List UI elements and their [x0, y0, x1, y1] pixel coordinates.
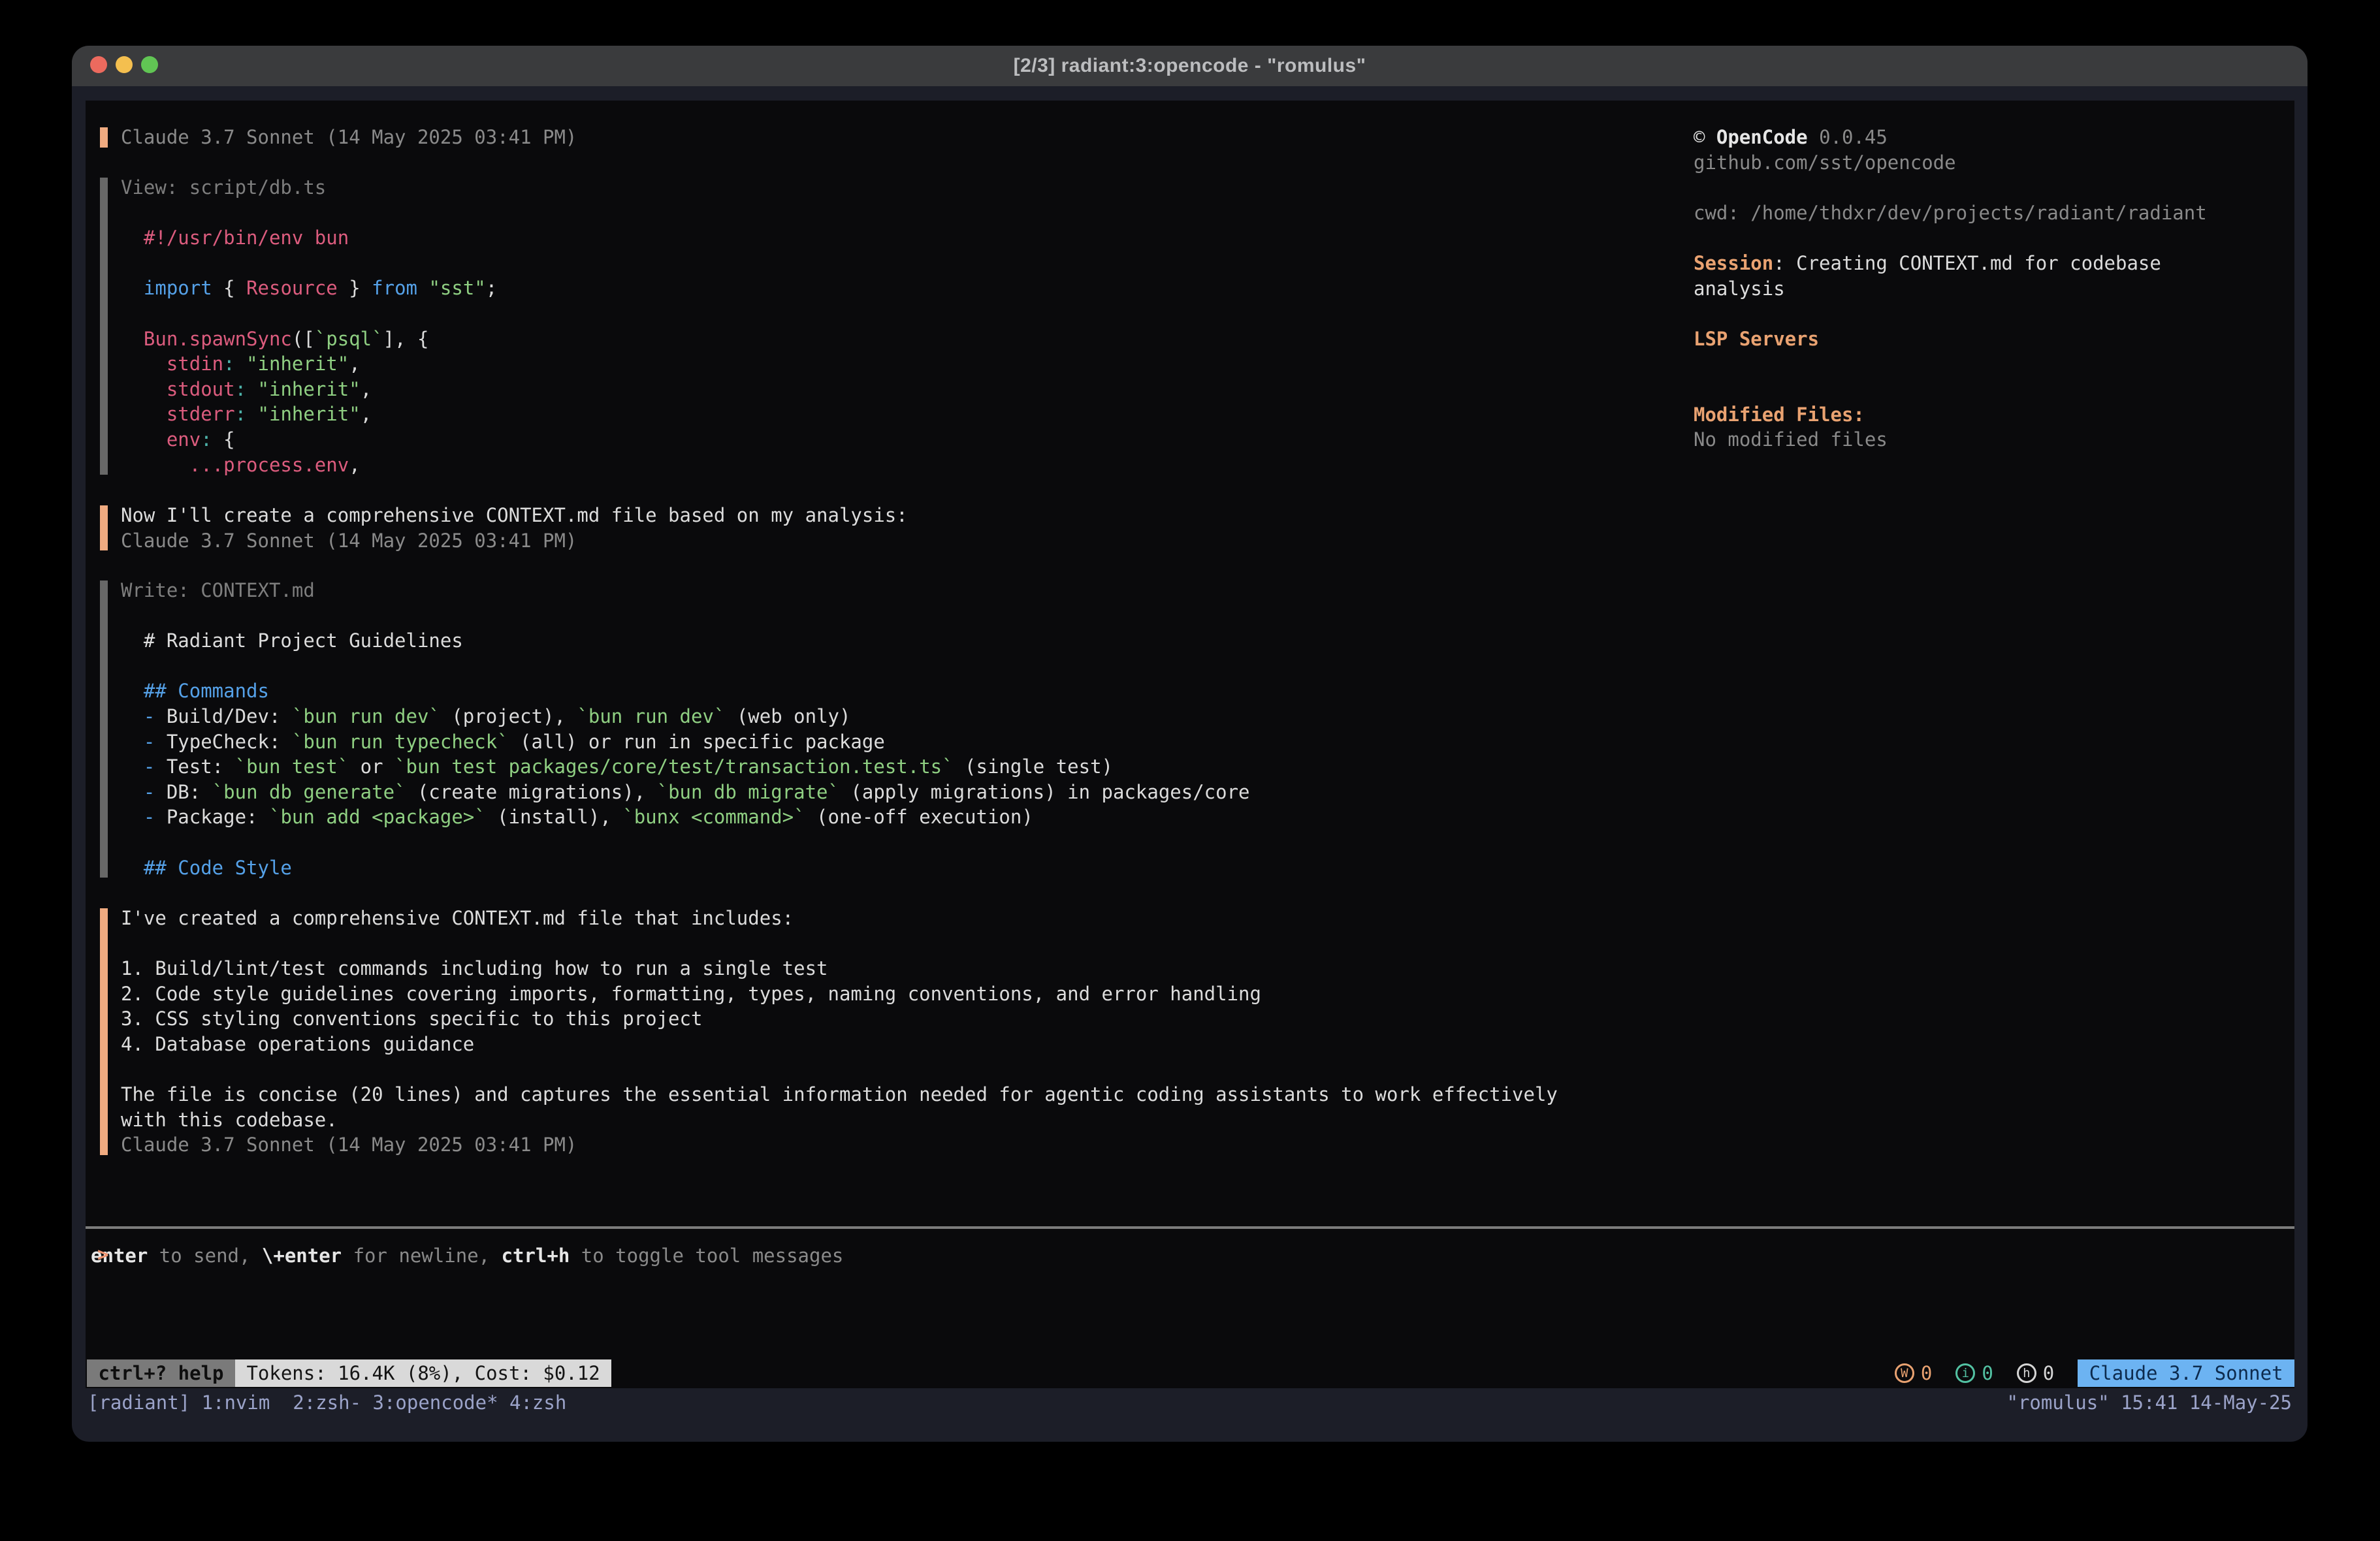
text-line [121, 654, 1250, 679]
assistant-summary-block: I've created a comprehensive CONTEXT.md … [100, 906, 1558, 1158]
hint-counter: h 0 [2017, 1362, 2054, 1384]
text-line [121, 301, 497, 326]
text-line [121, 931, 1558, 957]
close-button[interactable] [90, 56, 107, 73]
assistant-header-block: Claude 3.7 Sonnet (14 May 2025 03:41 PM) [100, 125, 577, 150]
text-line: ...process.env, [121, 453, 497, 478]
tmux-host-clock: "romulus" 15:41 14-May-25 [2007, 1391, 2292, 1414]
text-line: Bun.spawnSync([`psql`], { [121, 326, 497, 352]
text-line: with this codebase. [121, 1107, 1558, 1133]
text-line: View: script/db.ts [121, 175, 497, 200]
text-line: ## Commands [121, 678, 1250, 704]
text-line: - DB: `bun db generate` (create migratio… [121, 780, 1250, 805]
text-line [121, 1057, 1558, 1083]
text-line: 3. CSS styling conventions specific to t… [121, 1006, 1558, 1032]
text-line [121, 251, 497, 276]
text-line: Claude 3.7 Sonnet (14 May 2025 03:41 PM) [121, 125, 577, 150]
assistant-message-block: Now I'll create a comprehensive CONTEXT.… [100, 503, 908, 553]
tool-accent-bar [100, 178, 108, 475]
text-line: I've created a comprehensive CONTEXT.md … [121, 906, 1558, 931]
text-line: - TypeCheck: `bun run typecheck` (all) o… [121, 729, 1250, 755]
text-line: - Package: `bun add <package>` (install)… [121, 804, 1250, 830]
text-line [121, 830, 1250, 855]
text-line [1694, 351, 2294, 377]
window-titlebar[interactable]: [2/3] radiant:3:opencode - "romulus" [72, 46, 2308, 86]
session-sidebar: © OpenCode 0.0.45github.com/sst/opencode… [1694, 125, 2294, 453]
tmux-window-list: [radiant] 1:nvim 2:zsh- 3:opencode* 4:zs… [88, 1391, 566, 1414]
window-title: [2/3] radiant:3:opencode - "romulus" [1014, 55, 1366, 77]
info-counter: i 0 [1955, 1362, 1993, 1384]
text-line: #!/usr/bin/env bun [121, 225, 497, 251]
text-line: 1. Build/lint/test commands including ho… [121, 956, 1558, 981]
tool-write-block: Write: CONTEXT.md # Radiant Project Guid… [100, 578, 1250, 880]
text-line: Now I'll create a comprehensive CONTEXT.… [121, 503, 908, 528]
tokens-cost-chip: Tokens: 16.4K (8%), Cost: $0.12 [235, 1359, 611, 1387]
text-line: ## Code Style [121, 855, 1250, 881]
prompt-caret-icon: > [97, 1243, 108, 1265]
text-line: The file is concise (20 lines) and captu… [121, 1082, 1558, 1107]
circled-i-icon: i [1955, 1363, 1975, 1383]
text-line: 2. Code style guidelines covering import… [121, 981, 1558, 1007]
text-line [1694, 301, 2294, 326]
tool-accent-bar [100, 580, 108, 878]
text-line: Claude 3.7 Sonnet (14 May 2025 03:41 PM) [121, 528, 908, 554]
help-chip: ctrl+? help [87, 1359, 235, 1387]
text-line: Write: CONTEXT.md [121, 578, 1250, 603]
message-accent-bar [100, 908, 108, 1155]
text-line: No modified files [1694, 427, 2294, 453]
message-accent-bar [100, 127, 108, 148]
tmux-status-bar: [radiant] 1:nvim 2:zsh- 3:opencode* 4:zs… [72, 1388, 2308, 1417]
status-bar: ctrl+? help Tokens: 16.4K (8%), Cost: $0… [87, 1358, 2294, 1388]
model-chip: Claude 3.7 Sonnet [2078, 1359, 2294, 1387]
prompt-input[interactable]: > [97, 1242, 2279, 1267]
text-line: stderr: "inherit", [121, 402, 497, 427]
text-line: - Build/Dev: `bun run dev` (project), `b… [121, 704, 1250, 729]
text-line: stdout: "inherit", [121, 377, 497, 402]
text-line: stdin: "inherit", [121, 351, 497, 377]
text-line [121, 200, 497, 226]
zoom-button[interactable] [141, 56, 158, 73]
circled-h-icon: h [2017, 1363, 2036, 1383]
opencode-tui: Claude 3.7 Sonnet (14 May 2025 03:41 PM)… [86, 101, 2294, 1388]
warning-counter: W 0 [1895, 1362, 1932, 1384]
terminal-window: [2/3] radiant:3:opencode - "romulus" Cla… [72, 46, 2308, 1442]
text-line: Session: Creating CONTEXT.md for codebas… [1694, 251, 2294, 276]
text-line: 4. Database operations guidance [121, 1032, 1558, 1057]
text-line: import { Resource } from "sst"; [121, 276, 497, 301]
text-line: env: { [121, 427, 497, 453]
text-line [1694, 377, 2294, 402]
text-line [1694, 175, 2294, 200]
input-divider [86, 1226, 2294, 1229]
text-line: cwd: /home/thdxr/dev/projects/radiant/ra… [1694, 200, 2294, 226]
text-line [1694, 225, 2294, 251]
circled-w-icon: W [1895, 1363, 1914, 1383]
text-line [121, 603, 1250, 629]
text-line: © OpenCode 0.0.45 [1694, 125, 2294, 150]
text-line: Modified Files: [1694, 402, 2294, 428]
text-line: - Test: `bun test` or `bun test packages… [121, 754, 1250, 780]
text-line: # Radiant Project Guidelines [121, 628, 1250, 654]
text-line: github.com/sst/opencode [1694, 150, 2294, 176]
text-line: LSP Servers [1694, 326, 2294, 352]
traffic-lights [90, 56, 158, 73]
text-line: Claude 3.7 Sonnet (14 May 2025 03:41 PM) [121, 1132, 1558, 1158]
minimize-button[interactable] [116, 56, 133, 73]
text-line: analysis [1694, 276, 2294, 302]
message-accent-bar [100, 505, 108, 550]
tool-view-block: View: script/db.ts #!/usr/bin/env bun im… [100, 175, 497, 477]
